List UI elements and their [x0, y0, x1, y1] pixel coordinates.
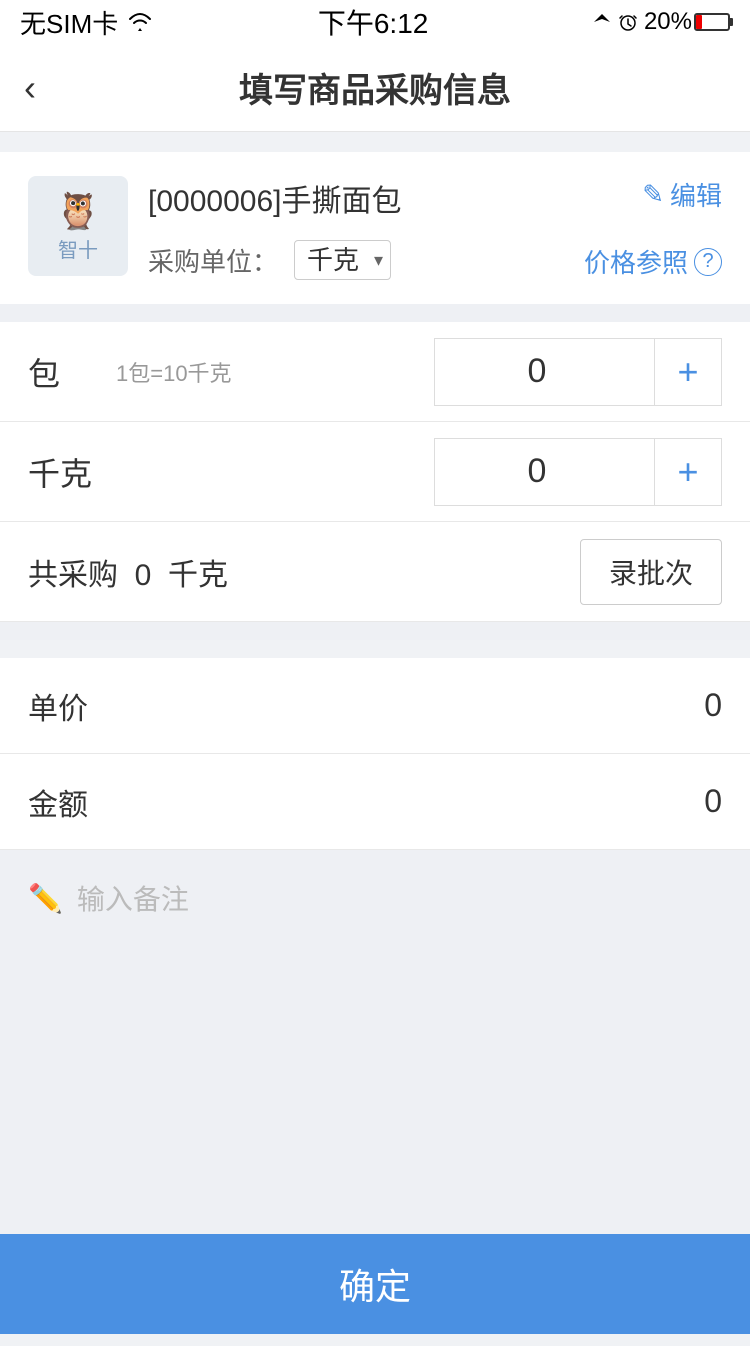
- product-card: 🦉 智十 [0000006]手撕面包 采购单位： 千克 包 克 ▾ ✎ 编辑: [0, 152, 750, 304]
- amount-label: 金额: [28, 780, 88, 824]
- battery-icon: [694, 13, 730, 31]
- pencil-icon: ✏️: [28, 882, 63, 915]
- unit-select[interactable]: 千克 包 克: [294, 240, 391, 280]
- bao-plus-button[interactable]: +: [654, 338, 722, 406]
- battery-percent: 20%: [644, 8, 692, 36]
- notes-section[interactable]: ✏️ 输入备注: [0, 850, 750, 946]
- location-icon: [592, 12, 612, 32]
- record-batch-button[interactable]: 录批次: [580, 539, 722, 605]
- unit-label: 采购单位：: [148, 242, 278, 279]
- page-title: 填写商品采购信息: [239, 63, 511, 112]
- confirm-button[interactable]: 确定: [0, 1234, 750, 1334]
- product-thumbnail: 🦉 智十: [28, 176, 128, 276]
- bao-sublabel: 1包=10千克: [116, 356, 232, 388]
- edit-label: 编辑: [670, 176, 722, 213]
- amount-row: 金额 0: [0, 754, 750, 850]
- edit-button[interactable]: ✎ 编辑: [642, 176, 722, 213]
- bao-input-control: +: [434, 338, 722, 406]
- qianke-quantity-input[interactable]: [434, 438, 654, 506]
- price-ref-label: 价格参照: [584, 243, 688, 280]
- total-amount: 0: [135, 559, 152, 592]
- status-right: 20%: [592, 8, 730, 36]
- total-unit: 千克: [168, 559, 228, 592]
- notes-placeholder: 输入备注: [77, 878, 189, 918]
- carrier-text: 无SIM卡: [20, 4, 118, 41]
- qianke-input-row: 千克 +: [0, 422, 750, 522]
- status-time: 下午6:12: [318, 2, 429, 42]
- confirm-label: 确定: [339, 1258, 411, 1310]
- bao-label: 包: [28, 349, 108, 395]
- info-icon: ?: [694, 248, 722, 276]
- nav-bar: ‹ 填写商品采购信息: [0, 44, 750, 132]
- unit-select-wrap[interactable]: 千克 包 克 ▾: [294, 240, 391, 280]
- battery-indicator: 20%: [644, 8, 730, 36]
- status-bar: 无SIM卡 下午6:12 20%: [0, 0, 750, 44]
- qianke-label: 千克: [28, 449, 108, 495]
- price-ref-button[interactable]: 价格参照 ?: [584, 243, 722, 280]
- separator-2: [0, 622, 750, 640]
- product-name: [0000006]手撕面包: [148, 176, 722, 220]
- amount-value: 0: [704, 783, 722, 820]
- bao-quantity-input[interactable]: [434, 338, 654, 406]
- price-section: 单价 0 金额 0: [0, 658, 750, 850]
- total-prefix: 共采购: [28, 559, 118, 592]
- alarm-icon: [618, 12, 638, 32]
- product-thumb-icon: 🦉: [56, 190, 101, 232]
- unit-price-label: 单价: [28, 684, 88, 728]
- total-row: 共采购 0 千克 录批次: [0, 522, 750, 622]
- edit-icon: ✎: [642, 179, 664, 210]
- product-thumb-label: 智十: [58, 234, 98, 263]
- qianke-input-control: +: [434, 438, 722, 506]
- status-carrier: 无SIM卡: [20, 4, 154, 41]
- qianke-plus-button[interactable]: +: [654, 438, 722, 506]
- empty-area: [0, 946, 750, 1246]
- separator-1: [0, 304, 750, 322]
- unit-price-value: 0: [704, 687, 722, 724]
- unit-price-row: 单价 0: [0, 658, 750, 754]
- total-label: 共采购 0 千克: [28, 550, 228, 594]
- input-section: 包 1包=10千克 + 千克 + 共采购 0 千克 录批次: [0, 322, 750, 622]
- back-button[interactable]: ‹: [24, 67, 36, 109]
- bao-input-row: 包 1包=10千克 +: [0, 322, 750, 422]
- wifi-icon: [126, 12, 154, 32]
